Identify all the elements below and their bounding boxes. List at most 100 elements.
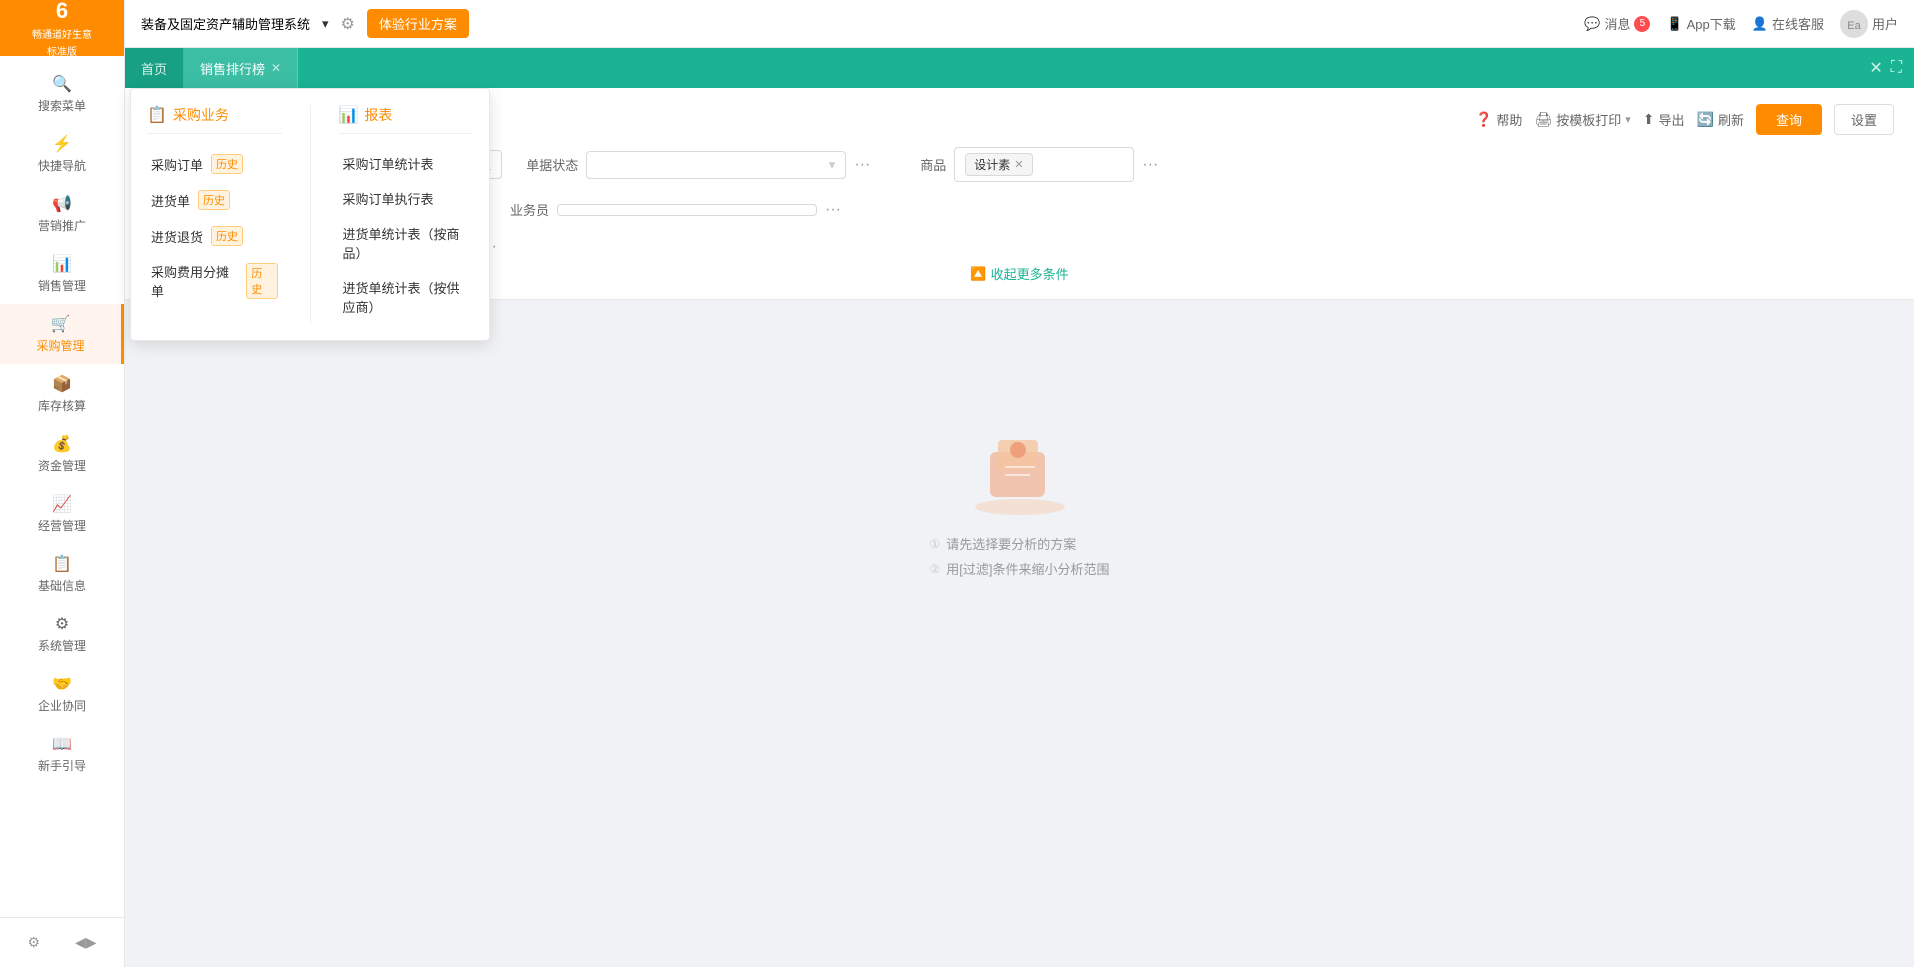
messages-icon: 💬 <box>1584 16 1600 32</box>
sidebar-item-operation[interactable]: 📈 经营管理 <box>0 484 124 544</box>
service-icon: 👤 <box>1752 16 1768 32</box>
inbound-product-stats-label: 进货单统计表（按商品） <box>343 224 470 262</box>
salesperson-input[interactable] <box>557 204 817 216</box>
sidebar-item-cooperation[interactable]: 🤝 企业协同 <box>0 664 124 724</box>
sidebar-item-inventory-label: 库存核算 <box>38 397 86 414</box>
inbound-label: 进货单 <box>151 191 190 210</box>
svg-text:Ea: Ea <box>1847 20 1861 32</box>
export-icon: ⬆ <box>1643 111 1655 128</box>
dropdown-item-inbound[interactable]: 进货单 历史 <box>147 182 282 218</box>
industry-btn[interactable]: 体验行业方案 <box>367 9 469 38</box>
refresh-label: 刷新 <box>1718 110 1744 129</box>
sidebar-collapse-btn[interactable]: ◀▶ <box>75 934 97 951</box>
sidebar-item-quick[interactable]: ⚡ 快捷导航 <box>0 124 124 184</box>
product-input[interactable]: 设计素 ✕ <box>954 147 1134 182</box>
dropdown-item-inbound-product-stats[interactable]: 进货单统计表（按商品） <box>339 216 474 270</box>
empty-text: ① 请先选择要分析的方案 ② 用[过滤]条件来缩小分析范围 <box>930 534 1110 578</box>
messages-badge: 5 <box>1634 16 1650 32</box>
purchase-order-label: 采购订单 <box>151 155 203 174</box>
inbound-history: 历史 <box>198 190 230 210</box>
guide-icon: 📖 <box>52 734 72 754</box>
collapse-label: 收起更多条件 <box>991 264 1069 283</box>
inbound-supplier-stats-label: 进货单统计表（按供应商） <box>343 278 470 316</box>
query-btn[interactable]: 查询 <box>1756 104 1822 135</box>
operation-icon: 📈 <box>52 494 72 514</box>
purchase-col-icon: 📋 <box>147 105 167 125</box>
sidebar-item-system[interactable]: ⚙ 系统管理 <box>0 604 124 664</box>
sidebar-settings-btn[interactable]: ⚙ <box>27 934 40 951</box>
print-label: 按模板打印 <box>1556 110 1621 129</box>
dropdown-item-order-stats[interactable]: 采购订单统计表 <box>339 146 474 181</box>
product-tag: 设计素 ✕ <box>965 153 1032 176</box>
avatar: Ea <box>1840 10 1868 38</box>
collapse-up-icon: 🔼 <box>970 266 986 282</box>
product-ellipsis[interactable]: ··· <box>1142 156 1158 174</box>
app-download-label: App下载 <box>1687 14 1736 33</box>
status-ellipsis[interactable]: ··· <box>854 156 870 174</box>
step-1-num: ① <box>930 537 941 551</box>
sidebar-item-guide[interactable]: 📖 新手引导 <box>0 724 124 784</box>
basic-icon: 📋 <box>52 554 72 574</box>
help-btn[interactable]: ❓ 帮助 <box>1475 110 1522 129</box>
help-icon: ❓ <box>1475 111 1492 128</box>
online-service-btn[interactable]: 👤 在线客服 <box>1752 14 1824 33</box>
tab-close-all-icon[interactable]: ✕ <box>1869 58 1882 78</box>
sidebar-item-quick-label: 快捷导航 <box>38 157 86 174</box>
salesperson-ellipsis[interactable]: ··· <box>825 201 841 219</box>
step-1-text: 请先选择要分析的方案 <box>946 534 1076 553</box>
print-btn[interactable]: 🖨 按模板打印 ▾ <box>1534 110 1630 129</box>
purchase-fee-label: 采购费用分摊单 <box>151 262 238 300</box>
tab-sales-ranking[interactable]: 销售排行榜 ✕ <box>184 48 298 88</box>
tab-expand-icon[interactable]: ⛶ <box>1891 59 1902 77</box>
sidebar-item-search[interactable]: 🔍 搜索菜单 <box>0 64 124 124</box>
messages-label: 消息 <box>1604 14 1630 33</box>
sidebar-item-inventory[interactable]: 📦 库存核算 <box>0 364 124 424</box>
dropdown-item-inbound-supplier-stats[interactable]: 进货单统计表（按供应商） <box>339 270 474 324</box>
print-icon: 🖨 <box>1534 111 1552 128</box>
sidebar-item-marketing[interactable]: 📢 营销推广 <box>0 184 124 244</box>
quick-icon: ⚡ <box>52 134 72 154</box>
topbar-settings-icon[interactable]: ⚙ <box>341 14 355 34</box>
sidebar-item-purchase-label: 采购管理 <box>36 337 84 354</box>
sidebar-item-finance-label: 资金管理 <box>38 457 86 474</box>
messages-btn[interactable]: 💬 消息 5 <box>1584 14 1650 33</box>
sidebar-item-sales-label: 销售管理 <box>38 277 86 294</box>
user-label: 用户 <box>1872 14 1898 33</box>
sidebar-item-basic[interactable]: 📋 基础信息 <box>0 544 124 604</box>
print-arrow[interactable]: ▾ <box>1625 113 1631 126</box>
empty-illustration <box>960 422 1080 522</box>
dropdown-item-order-exec[interactable]: 采购订单执行表 <box>339 181 474 216</box>
help-label: 帮助 <box>1496 110 1522 129</box>
filter-settings-btn[interactable]: 设置 <box>1834 104 1894 135</box>
status-input[interactable]: ▾ <box>586 151 846 179</box>
refresh-btn[interactable]: 🔄 刷新 <box>1697 110 1744 129</box>
status-filter: 单据状态 ▾ ··· <box>518 151 870 179</box>
sidebar-nav: 🔍 搜索菜单 ⚡ 快捷导航 📢 营销推广 📊 销售管理 🛒 采购管理 📦 库存核… <box>0 56 124 917</box>
sidebar-item-cooperation-label: 企业协同 <box>38 697 86 714</box>
sidebar-item-finance[interactable]: 💰 资金管理 <box>0 424 124 484</box>
tab-home[interactable]: 首页 <box>125 48 184 88</box>
cooperation-icon: 🤝 <box>52 674 72 694</box>
tab-close-icon[interactable]: ✕ <box>271 61 281 75</box>
system-title-arrow[interactable]: ▾ <box>322 16 329 32</box>
export-btn[interactable]: ⬆ 导出 <box>1643 110 1685 129</box>
tabbar: 首页 销售排行榜 ✕ ✕ ⛶ <box>125 48 1914 88</box>
sidebar-item-sales[interactable]: 📊 销售管理 <box>0 244 124 304</box>
dropdown-item-purchase-fee[interactable]: 采购费用分摊单 历史 <box>147 254 282 308</box>
product-tag-close[interactable]: ✕ <box>1014 158 1023 171</box>
product-label: 商品 <box>886 155 946 174</box>
user-btn[interactable]: Ea 用户 <box>1840 10 1898 38</box>
app-name: 畅通道好生意 <box>32 26 92 41</box>
phone-icon: 📱 <box>1666 16 1682 32</box>
refresh-icon: 🔄 <box>1697 111 1714 128</box>
topbar: 装备及固定资产辅助管理系统 ▾ ⚙ 体验行业方案 💬 消息 5 📱 App下载 … <box>125 0 1914 48</box>
empty-step-1: ① 请先选择要分析的方案 <box>930 534 1110 553</box>
sidebar-item-purchase[interactable]: 🛒 采购管理 <box>0 304 124 364</box>
dropdown-item-purchase-order[interactable]: 采购订单 历史 <box>147 146 282 182</box>
step-2-text: 用[过滤]条件来缩小分析范围 <box>946 559 1109 578</box>
status-dropdown-icon: ▾ <box>829 157 836 173</box>
system-icon: ⚙ <box>55 614 69 634</box>
dropdown-item-inbound-return[interactable]: 进货退货 历史 <box>147 218 282 254</box>
app-download-btn[interactable]: 📱 App下载 <box>1666 14 1735 33</box>
purchase-col-label: 采购业务 <box>173 105 229 125</box>
